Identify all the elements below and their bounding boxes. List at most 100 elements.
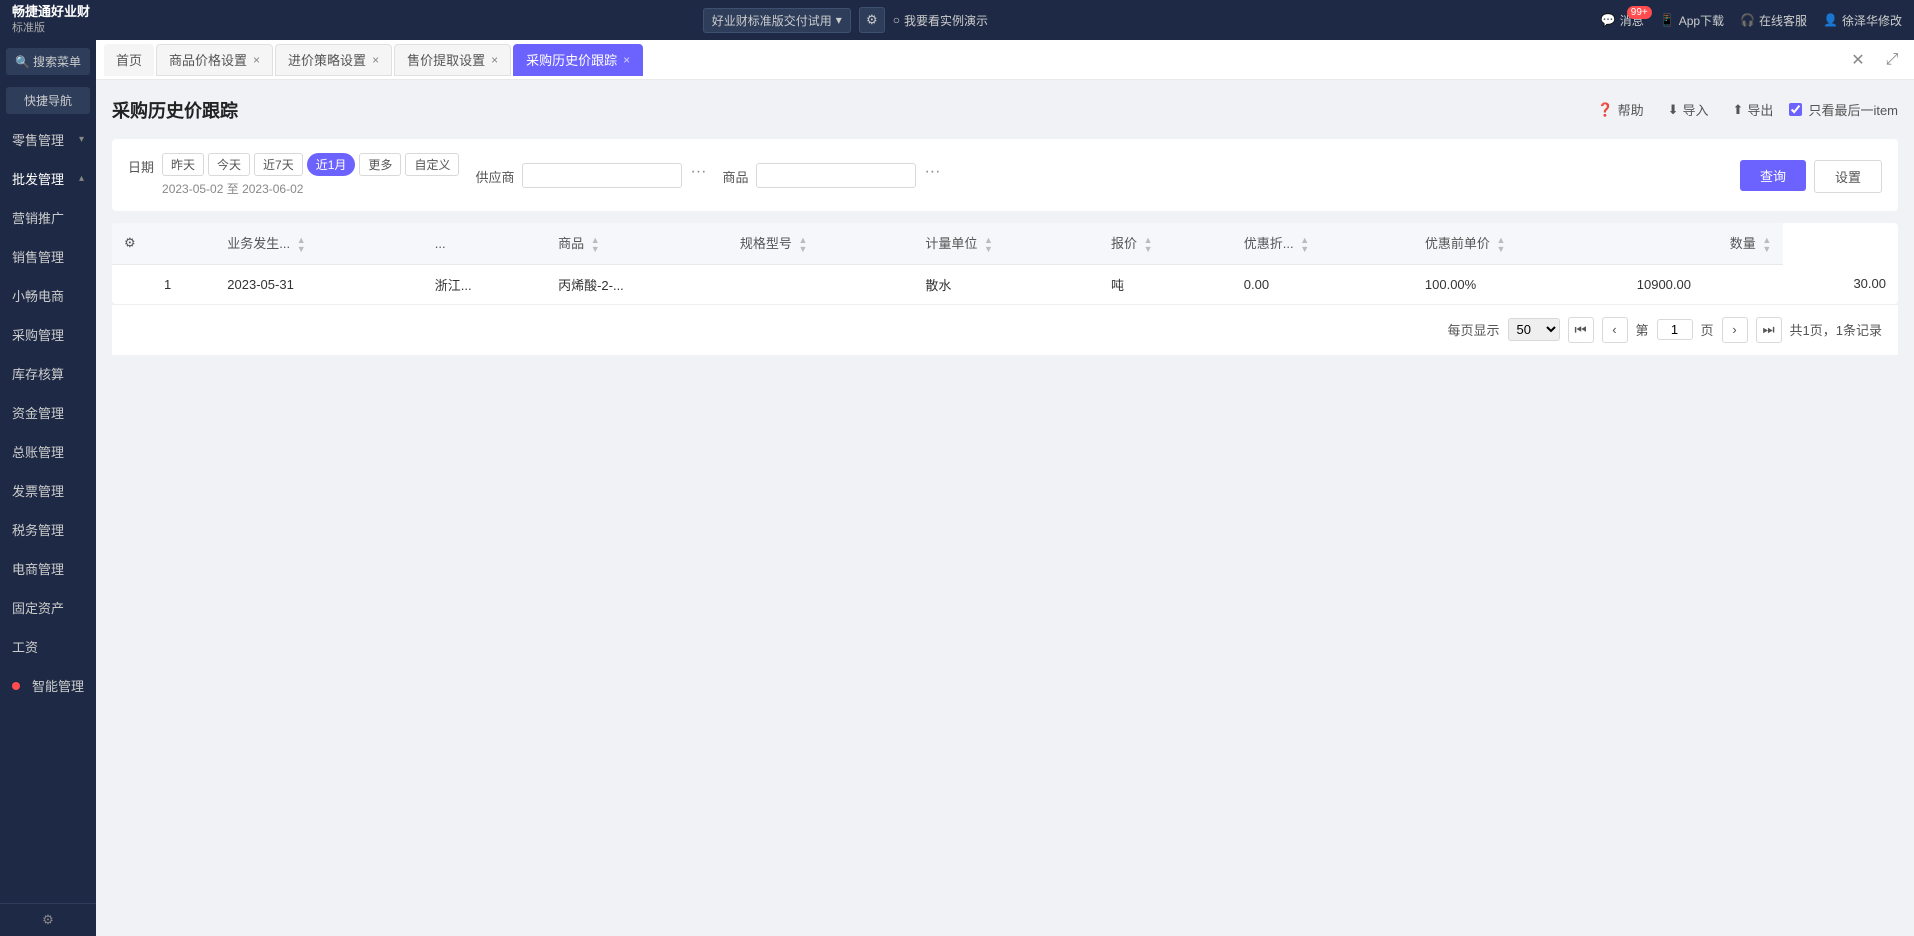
- import-label: 导入: [1683, 100, 1709, 119]
- table-row[interactable]: 1 2023-05-31 浙江... 丙烯酸-2-... 散水 吨 0.00 1…: [112, 264, 1898, 304]
- user-name-label: 徐泽华修改: [1842, 12, 1902, 29]
- page-header: 采购历史价跟踪 ❓ 帮助 ⬇ 导入 ⬆ 导出: [112, 96, 1898, 123]
- per-page-select[interactable]: 50 10 20 100: [1508, 318, 1560, 341]
- sidebar-item-tax[interactable]: 税务管理: [0, 510, 96, 549]
- sidebar-item-small-ecommerce[interactable]: 小畅电商: [0, 276, 96, 315]
- th-unit[interactable]: 计量单位 ▲▼: [913, 223, 1099, 264]
- page-number-input[interactable]: [1657, 319, 1693, 340]
- sidebar-item-finance[interactable]: 资金管理: [0, 393, 96, 432]
- date-yesterday-button[interactable]: 昨天: [162, 153, 204, 176]
- export-button[interactable]: ⬆ 导出: [1725, 96, 1782, 123]
- sidebar-item-salary[interactable]: 工资: [0, 627, 96, 666]
- sidebar-item-invoice[interactable]: 发票管理: [0, 471, 96, 510]
- page-next-button[interactable]: ›: [1722, 317, 1748, 343]
- sidebar-item-marketing[interactable]: 营销推广: [0, 198, 96, 237]
- date-custom-button[interactable]: 自定义: [405, 153, 459, 176]
- tab-close-icon[interactable]: ×: [372, 53, 379, 67]
- page-last-button[interactable]: ⏭: [1756, 317, 1782, 343]
- date-7days-button[interactable]: 近7天: [254, 153, 303, 176]
- sidebar-item-label: 发票管理: [12, 481, 64, 500]
- message-icon: 💬: [1601, 13, 1616, 27]
- tab-home[interactable]: 首页: [104, 44, 154, 76]
- th-spec[interactable]: 规格型号 ▲▼: [728, 223, 914, 264]
- th-product[interactable]: 商品 ▲▼: [546, 223, 728, 264]
- sidebar-item-sales[interactable]: 销售管理: [0, 237, 96, 276]
- product-dots-button[interactable]: ···: [924, 163, 940, 181]
- date-1month-button[interactable]: 近1月: [307, 153, 356, 176]
- td-discount: 100.00%: [1413, 264, 1625, 304]
- sidebar-item-label: 批发管理: [12, 169, 64, 188]
- content-area: 首页 商品价格设置 × 进价策略设置 × 售价提取设置 × 采购历史价跟踪 × …: [96, 40, 1914, 936]
- demo-button[interactable]: ○ 我要看实例演示: [893, 12, 988, 29]
- tab-close-icon[interactable]: ×: [253, 53, 260, 67]
- online-service-button[interactable]: 🎧 在线客服: [1740, 12, 1807, 29]
- chevron-up-icon: ▴: [79, 173, 84, 184]
- user-info[interactable]: 👤 徐泽华修改: [1823, 12, 1902, 29]
- import-button[interactable]: ⬇ 导入: [1660, 96, 1717, 123]
- settings-button[interactable]: 设置: [1814, 160, 1882, 193]
- app-download-button[interactable]: 📱 App下载: [1660, 12, 1724, 29]
- page-first-button[interactable]: ⏮: [1568, 317, 1594, 343]
- product-input[interactable]: [756, 163, 916, 188]
- quick-nav-button[interactable]: 快捷导航: [6, 87, 90, 114]
- topbar-gear-button[interactable]: ⚙: [859, 7, 885, 33]
- quick-nav-label: 快捷导航: [24, 94, 72, 108]
- sidebar-item-wholesale[interactable]: 批发管理 ▴: [0, 159, 96, 198]
- sidebar-item-general-ledger[interactable]: 总账管理: [0, 432, 96, 471]
- message-badge: 99+: [1627, 6, 1652, 19]
- user-avatar-icon: 👤: [1823, 13, 1838, 27]
- per-page-label: 每页显示: [1447, 320, 1499, 339]
- supplier-dots-button[interactable]: ···: [690, 163, 706, 181]
- date-more-button[interactable]: 更多: [359, 153, 401, 176]
- tab-product-price[interactable]: 商品价格设置 ×: [156, 44, 273, 76]
- sidebar: 🔍 搜索菜单 快捷导航 零售管理 ▾ 批发管理 ▴ 营销推广 销售管理 小畅电商…: [0, 40, 96, 936]
- sidebar-item-purchase[interactable]: 采购管理: [0, 315, 96, 354]
- tab-close-icon[interactable]: ×: [491, 53, 498, 67]
- th-biz-date[interactable]: 业务发生... ▲▼: [215, 223, 422, 264]
- help-button[interactable]: ❓ 帮助: [1589, 96, 1651, 123]
- th-more[interactable]: ...: [423, 223, 546, 264]
- message-button[interactable]: 💬 消息 99+: [1601, 12, 1644, 29]
- td-quote-unit: 吨: [1099, 264, 1232, 304]
- th-gear[interactable]: ⚙: [112, 223, 152, 264]
- td-product: 丙烯酸-2-...: [546, 264, 728, 304]
- sidebar-item-fixed-assets[interactable]: 固定资产: [0, 588, 96, 627]
- td-gear: [112, 264, 152, 304]
- supplier-input[interactable]: [522, 163, 682, 188]
- query-button[interactable]: 查询: [1740, 160, 1806, 191]
- td-seq: 1: [152, 264, 215, 304]
- th-quote[interactable]: 报价 ▲▼: [1099, 223, 1232, 264]
- page-actions: ❓ 帮助 ⬇ 导入 ⬆ 导出 只看最后一item: [1589, 96, 1898, 123]
- date-today-button[interactable]: 今天: [208, 153, 250, 176]
- th-discount[interactable]: 优惠折... ▲▼: [1232, 223, 1413, 264]
- only-last-checkbox[interactable]: [1789, 103, 1802, 116]
- sidebar-item-ecommerce[interactable]: 电商管理: [0, 549, 96, 588]
- only-last-checkbox-label[interactable]: 只看最后一item: [1789, 100, 1898, 119]
- sidebar-settings-button[interactable]: ⚙: [42, 912, 54, 928]
- page-prev-button[interactable]: ‹: [1602, 317, 1628, 343]
- version-label: 好业财标准版交付试用: [712, 12, 832, 29]
- tab-sale-price[interactable]: 售价提取设置 ×: [394, 44, 511, 76]
- filter-row: 日期 昨天 今天 近7天 近1月 更多 自定义 2023-05-02 至 202…: [128, 153, 1882, 197]
- td-unit: 散水: [913, 264, 1099, 304]
- tab-maximize-button[interactable]: ⤢: [1878, 46, 1906, 74]
- th-qty[interactable]: 数量 ▲▼: [1625, 223, 1784, 264]
- topbar-left: 畅捷通好业财 标准版: [12, 4, 90, 35]
- filter-date: 日期 昨天 今天 近7天 近1月 更多 自定义 2023-05-02 至 202…: [128, 153, 459, 197]
- tab-purchase-history[interactable]: 采购历史价跟踪 ×: [513, 44, 643, 76]
- td-supplier: 浙江...: [423, 264, 546, 304]
- gear-icon: ⚙: [866, 12, 878, 28]
- sidebar-item-retail[interactable]: 零售管理 ▾: [0, 120, 96, 159]
- sidebar-item-smart-mgmt[interactable]: 智能管理: [0, 666, 96, 705]
- tab-close-icon[interactable]: ×: [623, 53, 630, 67]
- sidebar-item-label: 固定资产: [12, 598, 64, 617]
- sidebar-item-inventory[interactable]: 库存核算: [0, 354, 96, 393]
- product-filter-label: 商品: [722, 163, 748, 186]
- search-menu-button[interactable]: 🔍 搜索菜单: [6, 48, 90, 75]
- sort-icon: ▲▼: [1762, 236, 1771, 254]
- th-pre-discount-price[interactable]: 优惠前单价 ▲▼: [1413, 223, 1625, 264]
- version-select[interactable]: 好业财标准版交付试用 ▾: [703, 8, 851, 33]
- topbar: 畅捷通好业财 标准版 好业财标准版交付试用 ▾ ⚙ ○ 我要看实例演示 💬 消息…: [0, 0, 1914, 40]
- tab-close-window-button[interactable]: ✕: [1844, 46, 1872, 74]
- tab-purchase-strategy[interactable]: 进价策略设置 ×: [275, 44, 392, 76]
